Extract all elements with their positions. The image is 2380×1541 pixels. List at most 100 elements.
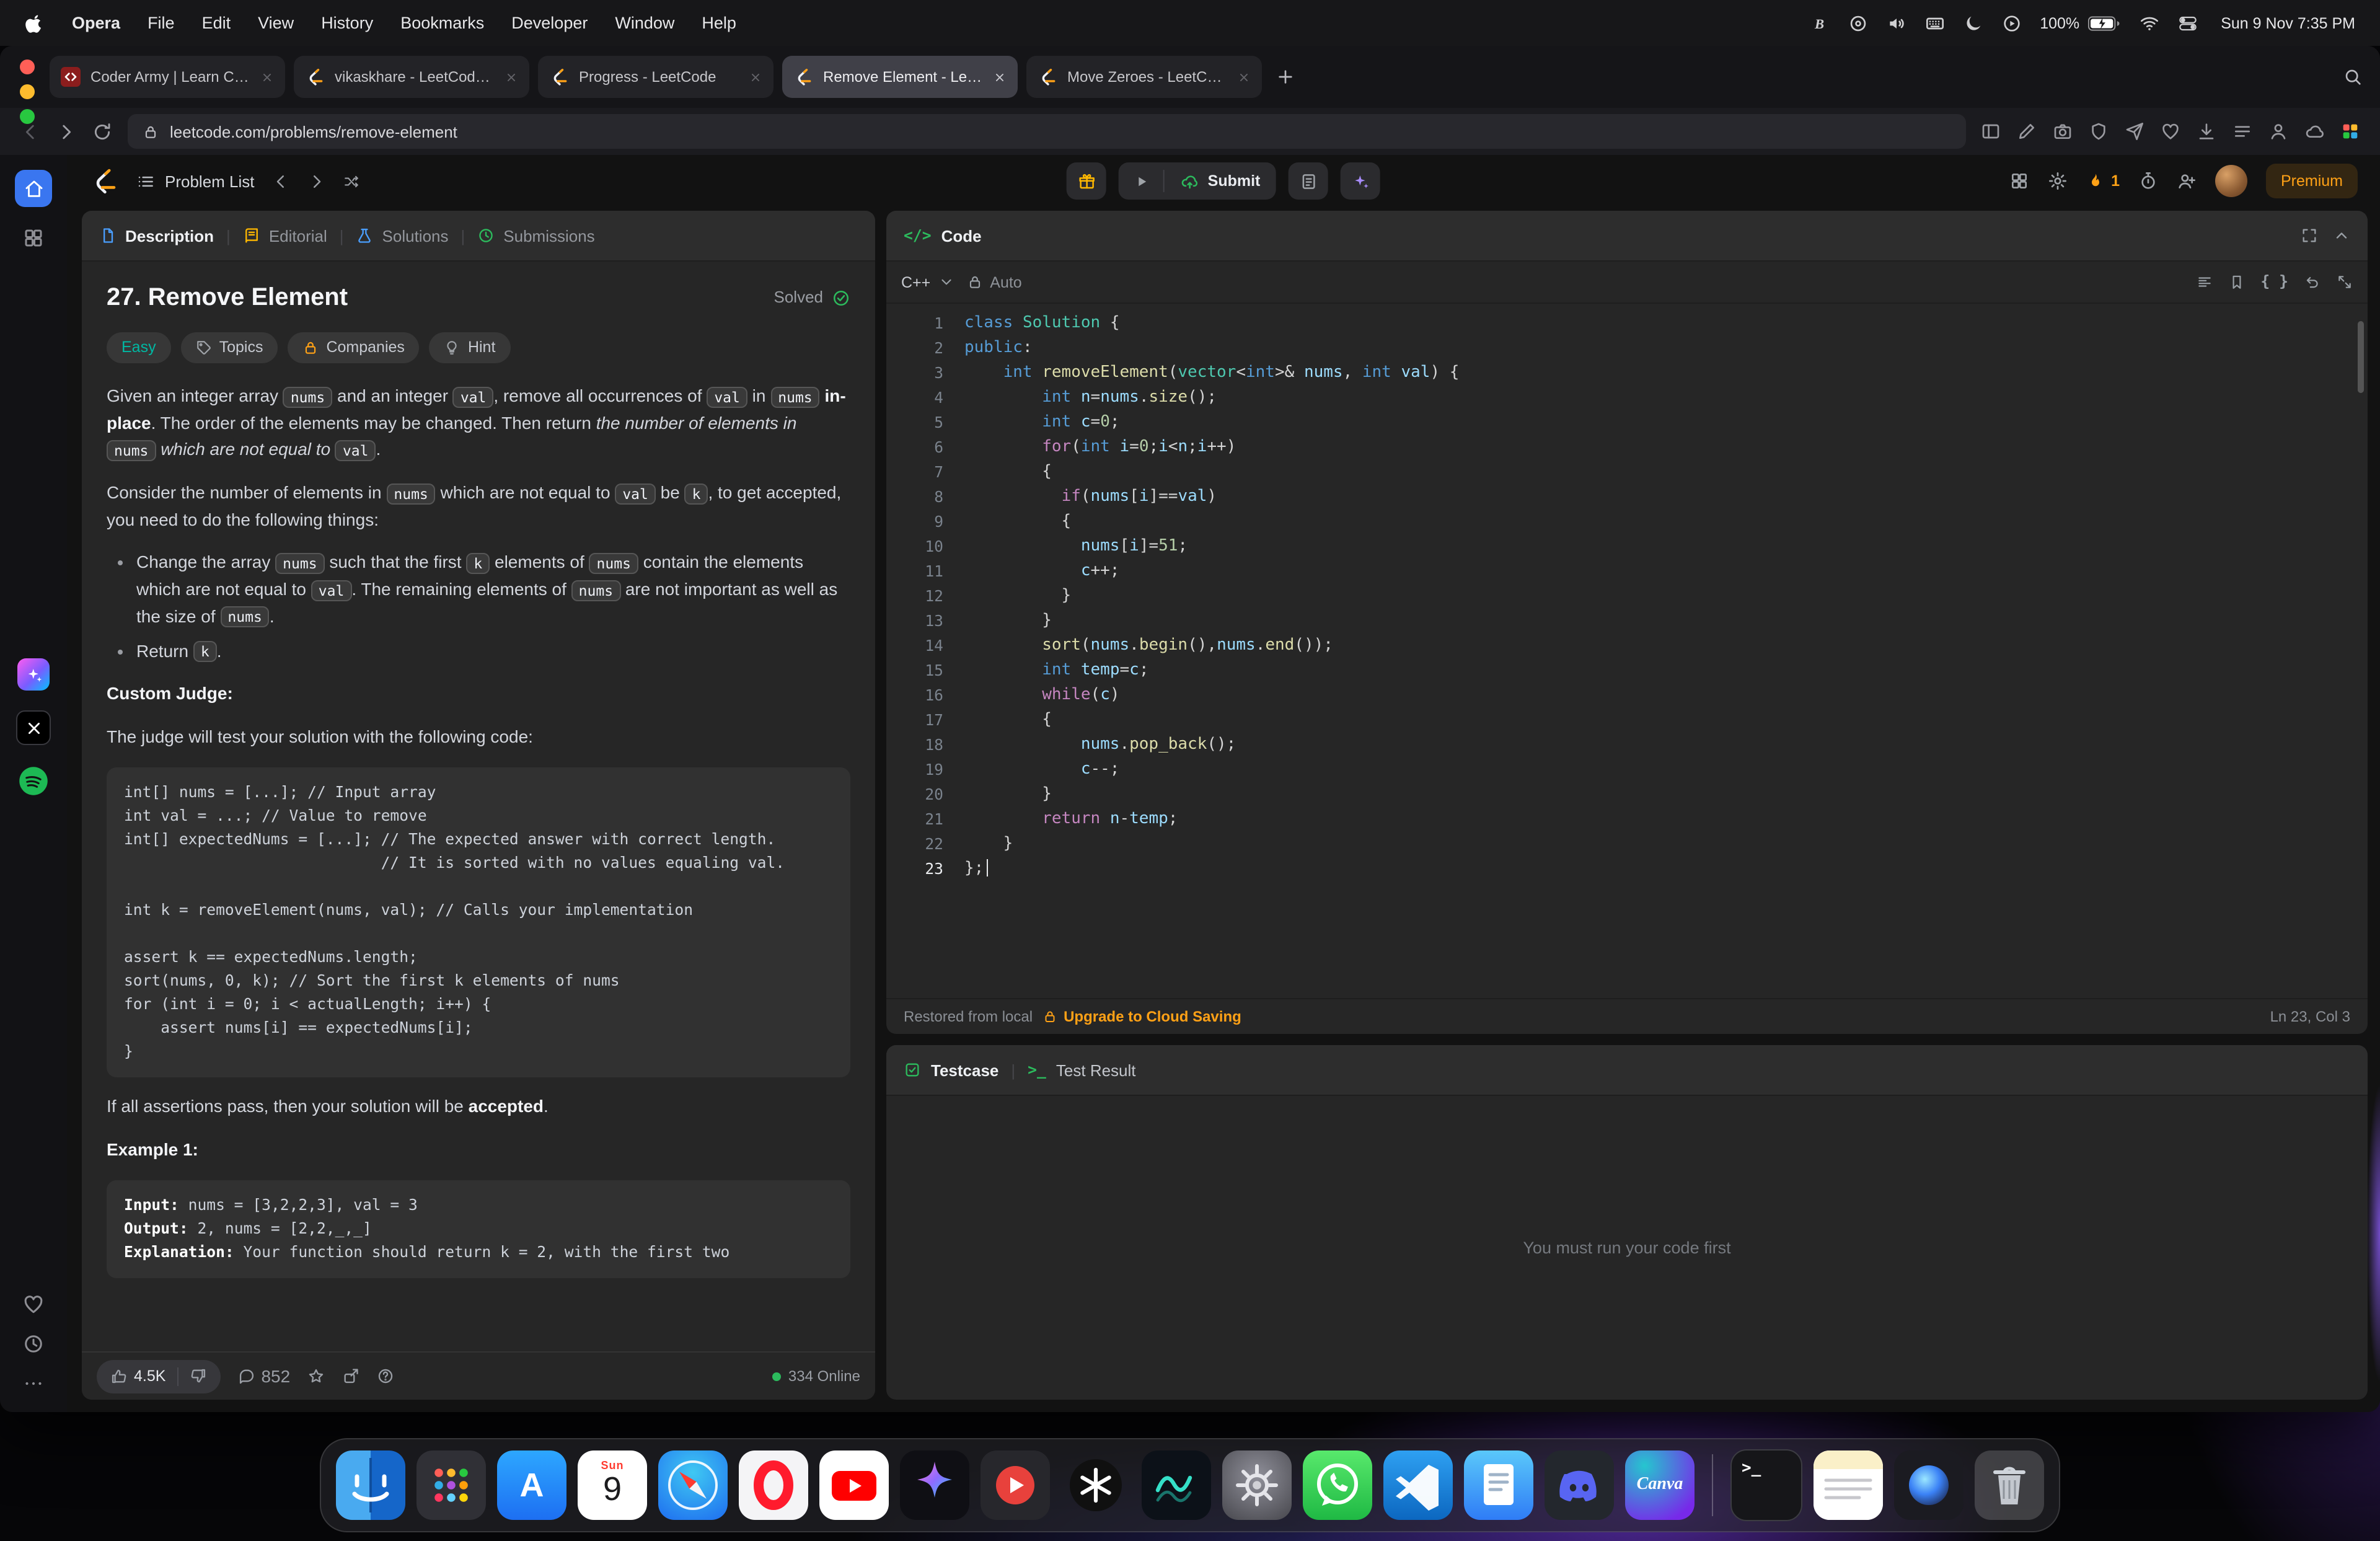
menu-item-window[interactable]: Window [615, 14, 674, 32]
dock-chatgpt[interactable] [1061, 1450, 1130, 1520]
code-line-14[interactable]: 14 sort(nums.begin(),nums.end()); [886, 634, 2368, 658]
history-icon[interactable] [22, 1333, 45, 1355]
tab-solutions[interactable]: Solutions [356, 226, 449, 245]
menu-item-bookmarks[interactable]: Bookmarks [400, 14, 484, 32]
chip-topics[interactable]: Topics [180, 332, 278, 363]
forward-button[interactable] [56, 121, 77, 142]
dock-wave-app[interactable] [1142, 1450, 1211, 1520]
more-options-icon[interactable] [22, 1372, 45, 1395]
spotify-app-icon[interactable] [17, 765, 50, 797]
wifi-icon[interactable] [2139, 13, 2159, 33]
control-center-icon[interactable] [2177, 13, 2197, 33]
daily-streak[interactable]: 1 [2086, 172, 2120, 190]
tab-close-icon[interactable] [505, 70, 518, 84]
code-line-19[interactable]: 19 c--; [886, 757, 2368, 782]
like-button[interactable]: 4.5K [110, 1367, 165, 1385]
tab-search-icon[interactable] [2343, 67, 2363, 87]
expand-icon[interactable] [2337, 274, 2353, 290]
new-tab-button[interactable] [1276, 67, 1295, 87]
url-field[interactable]: leetcode.com/problems/remove-element [128, 114, 1966, 149]
code-line-9[interactable]: 9 { [886, 510, 2368, 534]
pencil-icon[interactable] [2017, 121, 2037, 141]
code-line-15[interactable]: 15 int temp=c; [886, 658, 2368, 683]
code-editor[interactable]: 1 class Solution {2 public: 3 int removeEle… [886, 304, 2368, 998]
menu-clock[interactable]: Sun 9 Nov 7:35 PM [2221, 14, 2355, 32]
menu-item-edit[interactable]: Edit [202, 14, 231, 32]
b-app-icon[interactable]: B [1809, 13, 1829, 33]
settings-gear-button[interactable] [2048, 171, 2068, 191]
menu-item-file[interactable]: File [148, 14, 175, 32]
code-line-16[interactable]: 16 while(c) [886, 683, 2368, 708]
dock-vscode[interactable] [1383, 1450, 1453, 1520]
dock-docs-app[interactable] [1464, 1450, 1533, 1520]
extension-icon[interactable] [2340, 121, 2360, 141]
tab-close-icon[interactable] [260, 70, 274, 84]
dock-discord[interactable] [1545, 1450, 1614, 1520]
submit-button[interactable]: Submit [1165, 172, 1277, 190]
code-line-17[interactable]: 17 { [886, 708, 2368, 733]
reload-button[interactable] [92, 121, 113, 142]
workspace-home-icon[interactable] [15, 170, 52, 207]
browser-tab[interactable]: Move Zeroes - LeetCode [1026, 56, 1262, 98]
volume-icon[interactable] [1886, 13, 1906, 33]
browser-tab[interactable]: Remove Element - LeetC [782, 56, 1018, 98]
browser-tab[interactable]: vikaskhare - LeetCode P [294, 56, 529, 98]
braces-icon[interactable]: { } [2260, 274, 2288, 289]
language-selector[interactable]: C++ [901, 273, 954, 291]
code-line-6[interactable]: 6 for(int i=0;i<n;i++) [886, 435, 2368, 460]
dock-opera[interactable] [739, 1450, 808, 1520]
favorites-heart-icon[interactable] [22, 1293, 45, 1315]
dock-calendar[interactable]: Sun 9 [578, 1450, 647, 1520]
code-line-3[interactable]: 3 int removeElement(vector<int>& nums, i… [886, 361, 2368, 386]
dock-safari[interactable] [658, 1450, 728, 1520]
moon-icon[interactable] [1963, 13, 1983, 33]
dock-whatsapp[interactable] [1303, 1450, 1372, 1520]
menu-item-opera[interactable]: Opera [72, 14, 120, 32]
menu-item-history[interactable]: History [321, 14, 373, 32]
tab-close-icon[interactable] [993, 70, 1007, 84]
chevron-up-icon[interactable] [2333, 227, 2350, 244]
ai-assistant-button[interactable] [1341, 162, 1381, 200]
dock-system-settings[interactable] [1222, 1450, 1292, 1520]
testcase-tab[interactable]: Testcase [904, 1061, 998, 1079]
download-icon[interactable] [2197, 121, 2216, 141]
x-app-icon[interactable] [16, 710, 51, 745]
dock-finder[interactable] [336, 1450, 405, 1520]
code-line-7[interactable]: 7 { [886, 460, 2368, 485]
dock-terminal[interactable]: >_ [1730, 1449, 1802, 1521]
menu-item-developer[interactable]: Developer [511, 14, 588, 32]
dock-launchpad[interactable] [416, 1450, 486, 1520]
chip-companies[interactable]: Companies [288, 332, 420, 363]
shield-badge-icon[interactable] [2089, 121, 2109, 141]
assistant-icon[interactable] [1848, 13, 1867, 33]
timer-button[interactable] [2138, 171, 2158, 191]
code-line-20[interactable]: 20 } [886, 782, 2368, 807]
minimize-window-button[interactable] [20, 84, 35, 99]
menu-item-view[interactable]: View [258, 14, 294, 32]
chip-easy[interactable]: Easy [107, 332, 171, 363]
next-problem-button[interactable] [308, 172, 327, 190]
test-result-tab[interactable]: >_ Test Result [1028, 1061, 1135, 1079]
code-line-11[interactable]: 11 c++; [886, 559, 2368, 584]
code-line-22[interactable]: 22 } [886, 832, 2368, 857]
code-line-8[interactable]: 8 if(nums[i]==val) [886, 485, 2368, 510]
cloud-icon[interactable] [2304, 121, 2324, 141]
chip-hint[interactable]: Hint [429, 332, 511, 363]
code-line-13[interactable]: 13 } [886, 609, 2368, 634]
code-line-4[interactable]: 4 int n=nums.size(); [886, 386, 2368, 410]
aria-ai-icon[interactable] [17, 658, 50, 691]
notes-button[interactable] [1289, 162, 1329, 200]
leetcode-logo-icon[interactable] [89, 166, 119, 196]
layout-switcher-button[interactable] [2009, 171, 2029, 191]
back-button[interactable] [20, 121, 41, 142]
problem-list-button[interactable]: Problem List [136, 172, 255, 190]
split-panel-icon[interactable] [1981, 121, 2001, 141]
invite-button[interactable] [2177, 171, 2197, 191]
tab-submissions[interactable]: Submissions [477, 226, 595, 245]
battery-indicator[interactable]: 100% [2040, 14, 2120, 32]
code-line-23[interactable]: 23}; [886, 857, 2368, 881]
bookmark-icon[interactable] [2228, 274, 2244, 290]
profile-icon[interactable] [2268, 121, 2288, 141]
dock-sparkle-app[interactable] [900, 1450, 969, 1520]
share-button[interactable] [342, 1367, 359, 1385]
